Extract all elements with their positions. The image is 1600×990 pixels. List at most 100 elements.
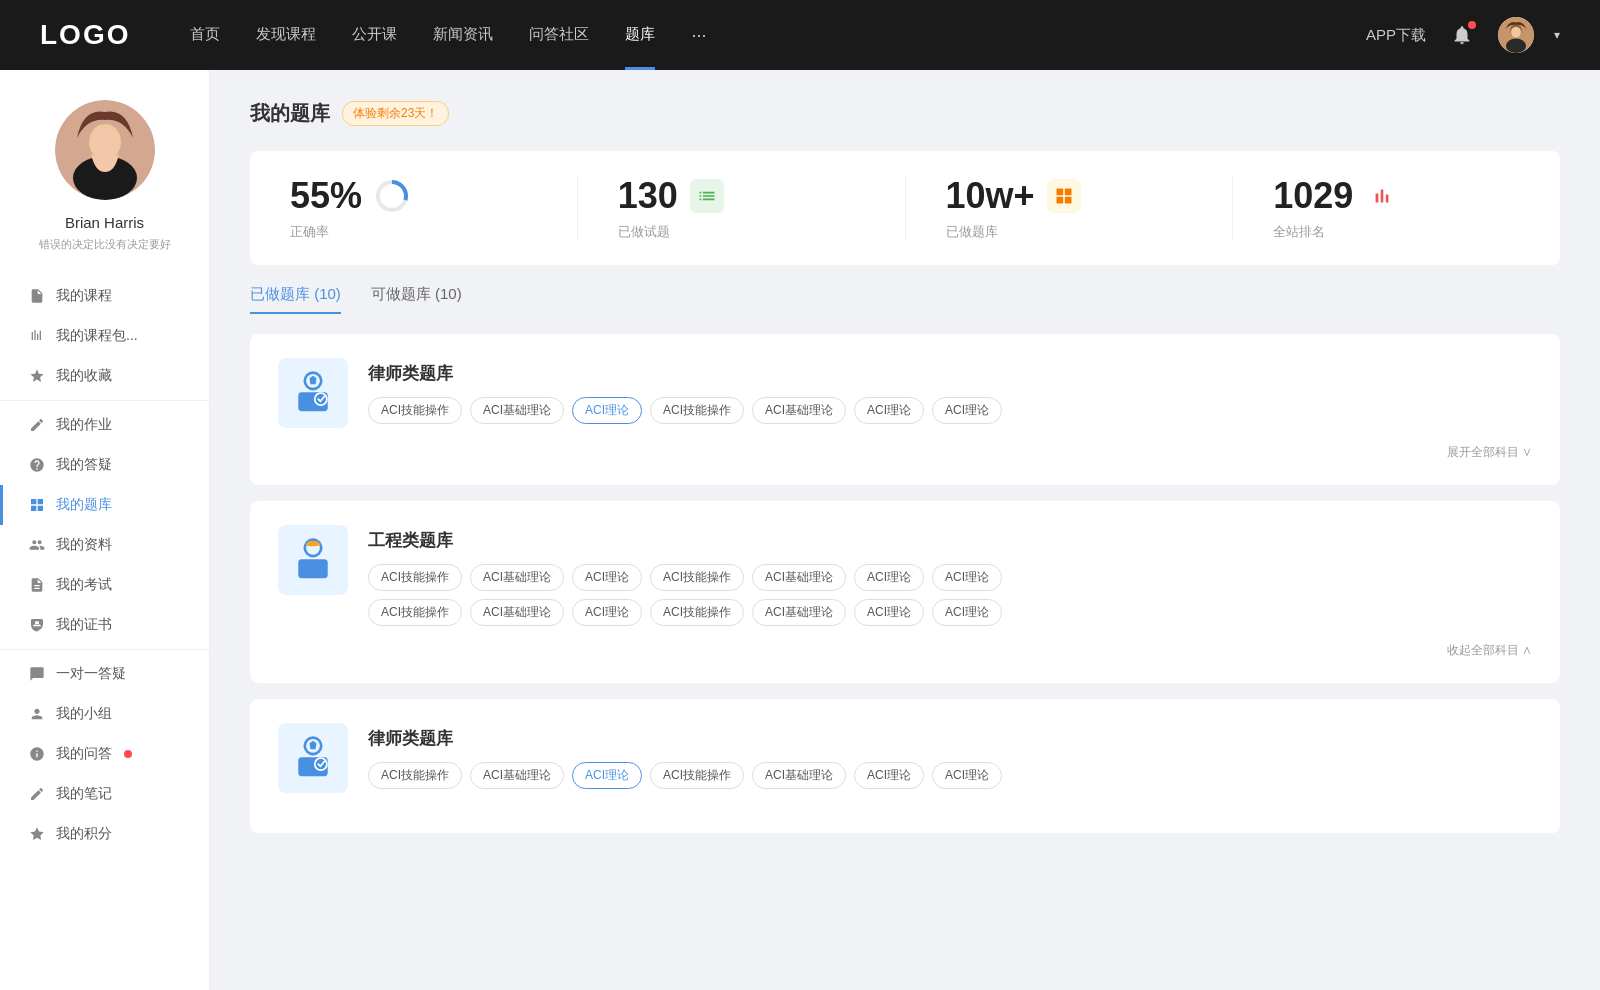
sidebar: Brian Harris 错误的决定比没有决定要好 我的课程 我的课程包... … (0, 70, 210, 990)
sidebar-label: 我的证书 (56, 616, 112, 634)
tag-2-r2-4[interactable]: ACI技能操作 (650, 599, 744, 626)
tag-2-r2-1[interactable]: ACI技能操作 (368, 599, 462, 626)
tag-2-r2-7[interactable]: ACI理论 (932, 599, 1002, 626)
nav-news[interactable]: 新闻资讯 (433, 25, 493, 46)
expand-btn-1[interactable]: 展开全部科目 ∨ (1447, 444, 1532, 461)
sidebar-item-exam[interactable]: 我的考试 (0, 565, 209, 605)
qbank-header-1: 律师类题库 ACI技能操作 ACI基础理论 ACI理论 ACI技能操作 ACI基… (278, 358, 1532, 428)
qbank-icon-lawyer-3 (278, 723, 348, 793)
sidebar-label: 我的课程 (56, 287, 112, 305)
tab-available[interactable]: 可做题库 (10) (371, 285, 462, 314)
nav-links: 首页 发现课程 公开课 新闻资讯 问答社区 题库 ··· (190, 25, 1366, 46)
logo: LOGO (40, 19, 130, 51)
sidebar-item-questions[interactable]: 我的答疑 (0, 445, 209, 485)
nav-home[interactable]: 首页 (190, 25, 220, 46)
tag-1-3[interactable]: ACI理论 (572, 397, 642, 424)
sidebar-item-favorites[interactable]: 我的收藏 (0, 356, 209, 396)
qbank-tags-row2-2: ACI技能操作 ACI基础理论 ACI理论 ACI技能操作 ACI基础理论 AC… (368, 599, 1532, 626)
ranking-bar-icon (1365, 179, 1399, 213)
sidebar-motto: 错误的决定比没有决定要好 (29, 237, 181, 252)
stat-questions-done: 130 已做试题 (578, 175, 906, 241)
tag-3-7[interactable]: ACI理论 (932, 762, 1002, 789)
stat-banks-done: 10w+ 已做题库 (906, 175, 1234, 241)
tag-2-r1-2[interactable]: ACI基础理论 (470, 564, 564, 591)
tag-2-r1-5[interactable]: ACI基础理论 (752, 564, 846, 591)
bar-icon (28, 327, 46, 345)
page-header: 我的题库 体验剩余23天！ (250, 100, 1560, 127)
user-chevron-icon[interactable]: ▾ (1554, 28, 1560, 42)
tag-2-r2-3[interactable]: ACI理论 (572, 599, 642, 626)
sidebar-item-profile[interactable]: 我的资料 (0, 525, 209, 565)
svg-rect-16 (298, 559, 327, 578)
sidebar-divider-2 (0, 649, 209, 650)
sidebar-item-qbank[interactable]: 我的题库 (0, 485, 209, 525)
tag-1-5[interactable]: ACI基础理论 (752, 397, 846, 424)
nav-qa[interactable]: 问答社区 (529, 25, 589, 46)
file-icon (28, 287, 46, 305)
stat-questions-value: 130 (618, 175, 678, 217)
sidebar-label: 我的问答 (56, 745, 112, 763)
star-icon (28, 367, 46, 385)
tag-1-1[interactable]: ACI技能操作 (368, 397, 462, 424)
tag-3-1[interactable]: ACI技能操作 (368, 762, 462, 789)
sidebar-label: 我的作业 (56, 416, 112, 434)
tag-2-r2-5[interactable]: ACI基础理论 (752, 599, 846, 626)
group-icon (28, 705, 46, 723)
tag-3-6[interactable]: ACI理论 (854, 762, 924, 789)
sidebar-label: 我的答疑 (56, 456, 112, 474)
tag-1-6[interactable]: ACI理论 (854, 397, 924, 424)
sidebar-item-notes[interactable]: 我的笔记 (0, 774, 209, 814)
stat-banks-top: 10w+ (946, 175, 1081, 217)
edit-icon (28, 416, 46, 434)
nav-discover[interactable]: 发现课程 (256, 25, 316, 46)
tab-done[interactable]: 已做题库 (10) (250, 285, 341, 314)
tag-2-r1-4[interactable]: ACI技能操作 (650, 564, 744, 591)
svg-point-7 (91, 128, 119, 158)
sidebar-item-course[interactable]: 我的课程 (0, 276, 209, 316)
bell-button[interactable] (1446, 19, 1478, 51)
tag-2-r2-6[interactable]: ACI理论 (854, 599, 924, 626)
qa-red-dot (124, 750, 132, 758)
qbank-card-2: 工程类题库 ACI技能操作 ACI基础理论 ACI理论 ACI技能操作 ACI基… (250, 501, 1560, 683)
sidebar-item-group[interactable]: 我的小组 (0, 694, 209, 734)
sidebar-item-points[interactable]: 我的积分 (0, 814, 209, 854)
tag-3-3[interactable]: ACI理论 (572, 762, 642, 789)
main-content: 我的题库 体验剩余23天！ 55% 正确率 (210, 70, 1600, 990)
help-icon (28, 456, 46, 474)
doc-icon (28, 576, 46, 594)
navbar: LOGO 首页 发现课程 公开课 新闻资讯 问答社区 题库 ··· APP下载 … (0, 0, 1600, 70)
sidebar-item-cert[interactable]: 我的证书 (0, 605, 209, 645)
svg-point-3 (1511, 27, 1521, 38)
stat-accuracy-label: 正确率 (290, 223, 329, 241)
stat-accuracy-top: 55% (290, 175, 410, 217)
sidebar-item-myqa[interactable]: 我的问答 (0, 734, 209, 774)
qbank-name-3: 律师类题库 (368, 723, 1532, 750)
nav-open[interactable]: 公开课 (352, 25, 397, 46)
qbank-header-2: 工程类题库 ACI技能操作 ACI基础理论 ACI理论 ACI技能操作 ACI基… (278, 525, 1532, 626)
tag-2-r2-2[interactable]: ACI基础理论 (470, 599, 564, 626)
nav-download[interactable]: APP下载 (1366, 26, 1426, 45)
sidebar-divider-1 (0, 400, 209, 401)
user-avatar[interactable] (1498, 17, 1534, 53)
sidebar-item-homework[interactable]: 我的作业 (0, 405, 209, 445)
tag-2-r1-1[interactable]: ACI技能操作 (368, 564, 462, 591)
nav-more[interactable]: ··· (691, 25, 706, 46)
tag-1-4[interactable]: ACI技能操作 (650, 397, 744, 424)
sidebar-label: 我的笔记 (56, 785, 112, 803)
tag-3-4[interactable]: ACI技能操作 (650, 762, 744, 789)
sidebar-item-course-pkg[interactable]: 我的课程包... (0, 316, 209, 356)
qbank-footer-1: 展开全部科目 ∨ (278, 444, 1532, 461)
tag-2-r1-3[interactable]: ACI理论 (572, 564, 642, 591)
qbank-icon-engineer (278, 525, 348, 595)
tag-1-7[interactable]: ACI理论 (932, 397, 1002, 424)
tag-3-2[interactable]: ACI基础理论 (470, 762, 564, 789)
sidebar-item-1on1[interactable]: 一对一答疑 (0, 654, 209, 694)
tag-3-5[interactable]: ACI基础理论 (752, 762, 846, 789)
note-icon (28, 785, 46, 803)
tag-2-r1-6[interactable]: ACI理论 (854, 564, 924, 591)
expand-btn-2[interactable]: 收起全部科目 ∧ (1447, 642, 1532, 659)
tag-2-r1-7[interactable]: ACI理论 (932, 564, 1002, 591)
tag-1-2[interactable]: ACI基础理论 (470, 397, 564, 424)
nav-qbank[interactable]: 题库 (625, 25, 655, 46)
lawyer-icon (287, 367, 339, 419)
